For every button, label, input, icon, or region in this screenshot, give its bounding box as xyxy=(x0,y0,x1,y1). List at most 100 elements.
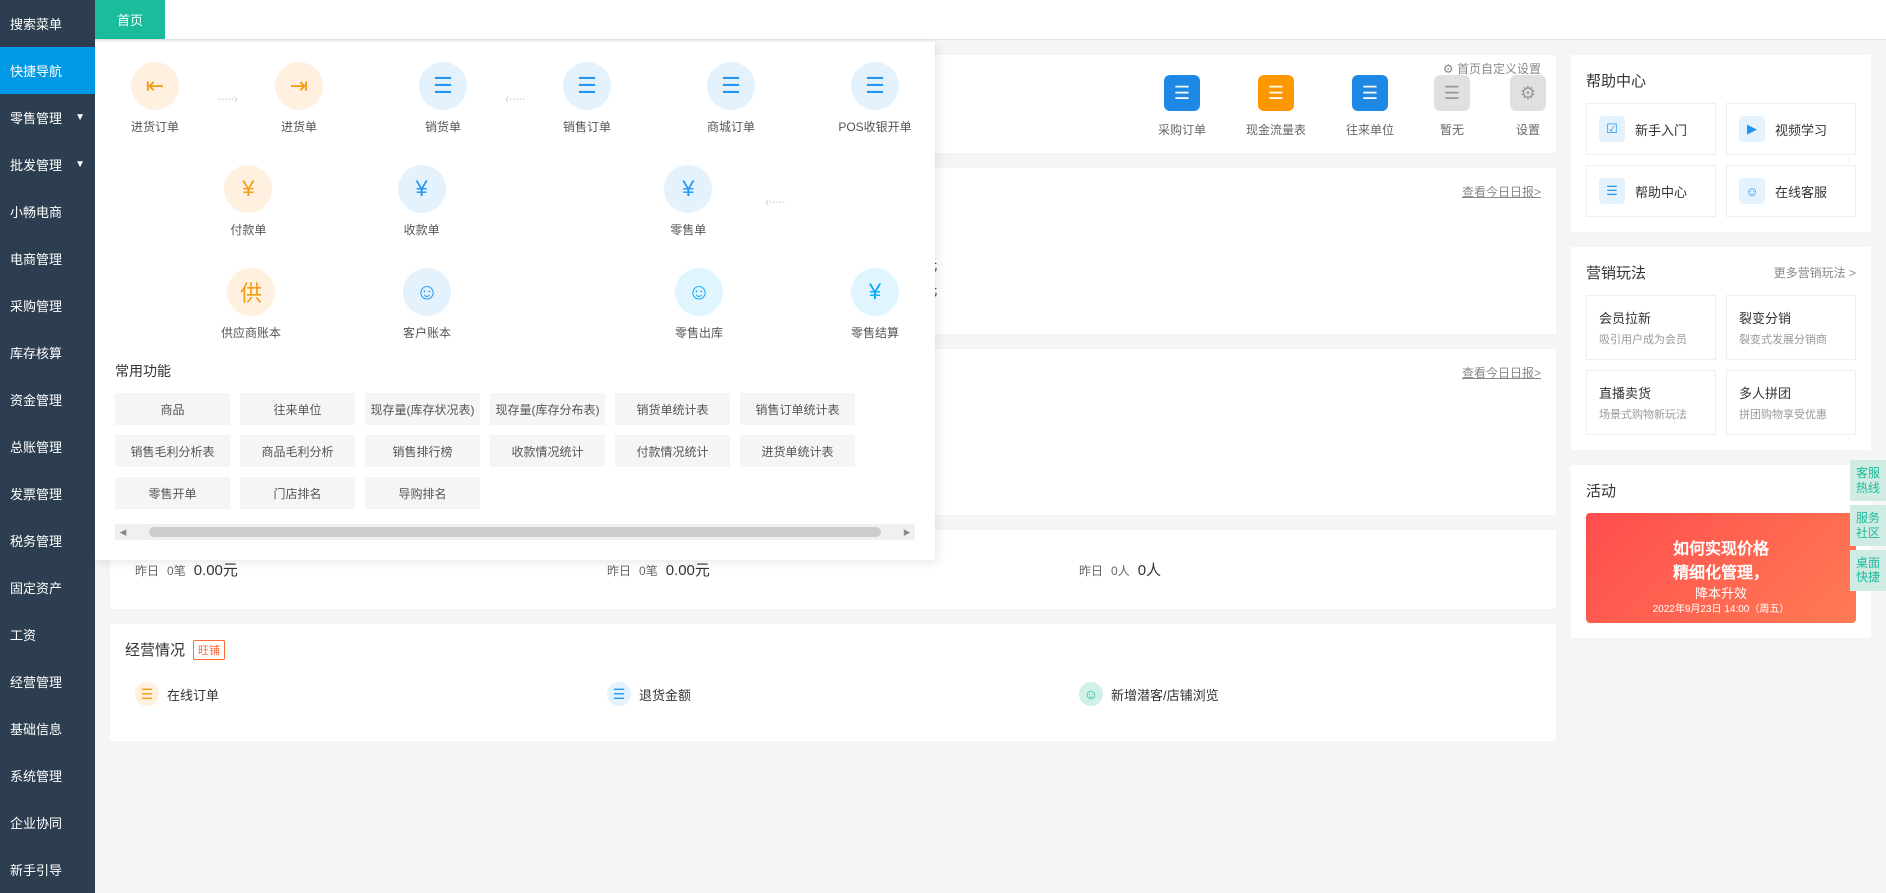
mkt-fission[interactable]: 裂变分销裂变式发展分销商 xyxy=(1726,295,1856,360)
help-beginner[interactable]: ☑新手入门 xyxy=(1586,103,1716,155)
common-grid: 商品 往来单位 现存量(库存状况表) 现存量(库存分布表) 销货单统计表 销售订… xyxy=(115,393,915,509)
sidebar-item-tax[interactable]: 税务管理 xyxy=(0,517,95,564)
daily-report-link[interactable]: 查看今日日报> xyxy=(1462,183,1541,200)
return-icon: ☰ xyxy=(607,682,631,706)
receipt-icon: ¥ xyxy=(398,165,446,213)
help-video[interactable]: ▶视频学习 xyxy=(1726,103,1856,155)
stat-title: 退货金额 xyxy=(639,685,691,704)
common-btn-stock-status[interactable]: 现存量(库存状况表) xyxy=(365,393,480,425)
empty-icon: ☰ xyxy=(1434,75,1470,111)
sidebar: 搜索菜单 快捷导航 零售管理▼ 批发管理▼ 小畅电商 电商管理 采购管理 库存核… xyxy=(0,0,95,893)
customer-ledger-icon: ☺ xyxy=(403,268,451,316)
sidebar-item-retail[interactable]: 零售管理▼ xyxy=(0,94,95,141)
common-btn-sales-stats[interactable]: 销货单统计表 xyxy=(615,393,730,425)
quick-purchase-order[interactable]: ☰采购订单 xyxy=(1158,75,1206,138)
sales-order-icon: ☰ xyxy=(563,62,611,110)
quick-settings[interactable]: ⚙设置 xyxy=(1510,75,1546,138)
help-service[interactable]: ☺在线客服 xyxy=(1726,165,1856,217)
sidebar-item-quicknav[interactable]: 快捷导航 xyxy=(0,47,95,94)
flow-purchase-order[interactable]: ⇤进货订单 xyxy=(115,62,195,135)
mkt-live[interactable]: 直播卖货场景式购物新玩法 xyxy=(1586,370,1716,435)
common-btn-sales-profit[interactable]: 销售毛利分析表 xyxy=(115,435,230,467)
flow-pos[interactable]: ☰POS收银开单 xyxy=(835,62,915,135)
purchase-receipt-icon: ⇥ xyxy=(275,62,323,110)
float-community[interactable]: 服务社区 xyxy=(1850,505,1886,546)
common-btn-guide-rank[interactable]: 导购排名 xyxy=(365,477,480,509)
quick-partners[interactable]: ☰往来单位 xyxy=(1346,75,1394,138)
sidebar-item-inventory[interactable]: 库存核算 xyxy=(0,329,95,376)
scroll-left-icon[interactable]: ◂ xyxy=(115,524,131,540)
activity-title: 活动 xyxy=(1586,480,1616,501)
biz-title: 经营情况 xyxy=(125,639,185,660)
quick-none[interactable]: ☰暂无 xyxy=(1434,75,1470,138)
common-btn-goods-profit[interactable]: 商品毛利分析 xyxy=(240,435,355,467)
sidebar-item-funds[interactable]: 资金管理 xyxy=(0,376,95,423)
help-title: 帮助中心 xyxy=(1586,70,1646,91)
customize-link[interactable]: ⚙ 首页自定义设置 xyxy=(1443,60,1541,77)
check-icon: ☑ xyxy=(1599,116,1625,142)
daily-report-link[interactable]: 查看今日日报> xyxy=(1462,364,1541,381)
common-btn-salesorder-stats[interactable]: 销售订单统计表 xyxy=(740,393,855,425)
sidebar-item-basicinfo[interactable]: 基础信息 xyxy=(0,705,95,752)
doc-icon: ☰ xyxy=(1599,178,1625,204)
sidebar-item-salary[interactable]: 工资 xyxy=(0,611,95,658)
sidebar-item-assets[interactable]: 固定资产 xyxy=(0,564,95,611)
flow-supplier-ledger[interactable]: 供供应商账本 xyxy=(211,268,291,341)
common-btn-sales-rank[interactable]: 销售排行榜 xyxy=(365,435,480,467)
sidebar-item-xiaochang[interactable]: 小畅电商 xyxy=(0,188,95,235)
common-btn-partners[interactable]: 往来单位 xyxy=(240,393,355,425)
scrollbar-thumb[interactable] xyxy=(149,527,881,537)
flow-sales-receipt[interactable]: ☰销货单 xyxy=(403,62,483,135)
common-btn-store-rank[interactable]: 门店排名 xyxy=(240,477,355,509)
sidebar-item-system[interactable]: 系统管理 xyxy=(0,752,95,799)
sales-receipt-icon: ☰ xyxy=(419,62,467,110)
partners-icon: ☰ xyxy=(1352,75,1388,111)
tab-bar: 首页 xyxy=(95,0,1886,40)
flow-customer-ledger[interactable]: ☺客户账本 xyxy=(387,268,467,341)
flow-mall-order[interactable]: ☰商城订单 xyxy=(691,62,771,135)
gear-icon: ⚙ xyxy=(1510,75,1546,111)
common-btn-stock-dist[interactable]: 现存量(库存分布表) xyxy=(490,393,605,425)
flow-receipt[interactable]: ¥收款单 xyxy=(382,165,462,238)
flow-payment[interactable]: ¥付款单 xyxy=(208,165,288,238)
float-desktop[interactable]: 桌面快捷 xyxy=(1850,550,1886,591)
common-btn-payment-stats[interactable]: 付款情况统计 xyxy=(615,435,730,467)
arrow-right-icon: ·····› xyxy=(195,91,259,106)
sidebar-item-guide[interactable]: 新手引导 xyxy=(0,846,95,893)
common-btn-receipt-stats[interactable]: 收款情况统计 xyxy=(490,435,605,467)
sidebar-item-search[interactable]: 搜索菜单 xyxy=(0,0,95,47)
activity-banner[interactable]: 如何实现价格 精细化管理， 降本升效 2022年9月23日 14:00（周五） xyxy=(1586,513,1856,623)
shop-tag: 旺铺 xyxy=(193,640,225,660)
sidebar-item-invoice[interactable]: 发票管理 xyxy=(0,470,95,517)
mall-order-icon: ☰ xyxy=(707,62,755,110)
common-btn-goods[interactable]: 商品 xyxy=(115,393,230,425)
sidebar-item-purchase[interactable]: 采购管理 xyxy=(0,282,95,329)
tab-home[interactable]: 首页 xyxy=(95,0,165,39)
flow-sales-order[interactable]: ☰销售订单 xyxy=(547,62,627,135)
mkt-group[interactable]: 多人拼团拼团购物享受优惠 xyxy=(1726,370,1856,435)
help-center[interactable]: ☰帮助中心 xyxy=(1586,165,1716,217)
mkt-member[interactable]: 会员拉新吸引用户成为会员 xyxy=(1586,295,1716,360)
marketing-more-link[interactable]: 更多营销玩法 > xyxy=(1774,264,1856,281)
horizontal-scrollbar[interactable]: ◂ ▸ xyxy=(115,524,915,540)
sidebar-item-wholesale[interactable]: 批发管理▼ xyxy=(0,141,95,188)
scroll-right-icon[interactable]: ▸ xyxy=(899,524,915,540)
retail-settle-icon: ¥ xyxy=(851,268,899,316)
sidebar-item-enterprise[interactable]: 企业协同 xyxy=(0,799,95,846)
quick-cashflow[interactable]: ☰现金流量表 xyxy=(1246,75,1306,138)
float-hotline[interactable]: 客服热线 xyxy=(1850,460,1886,501)
sidebar-item-operation[interactable]: 经营管理 xyxy=(0,658,95,705)
common-btn-purchase-stats[interactable]: 进货单统计表 xyxy=(740,435,855,467)
retail-out-icon: ☺ xyxy=(675,268,723,316)
flow-retail-settle[interactable]: ¥零售结算 xyxy=(835,268,915,341)
sidebar-item-ecommerce[interactable]: 电商管理 xyxy=(0,235,95,282)
flow-purchase-receipt[interactable]: ⇥进货单 xyxy=(259,62,339,135)
sidebar-item-ledger[interactable]: 总账管理 xyxy=(0,423,95,470)
supplier-ledger-icon: 供 xyxy=(227,268,275,316)
chevron-down-icon: ▼ xyxy=(75,159,85,170)
common-btn-retail-open[interactable]: 零售开单 xyxy=(115,477,230,509)
flow-retail-out[interactable]: ☺零售出库 xyxy=(659,268,739,341)
float-tabs: 客服热线 服务社区 桌面快捷 xyxy=(1850,460,1886,590)
flow-retail[interactable]: ¥零售单 xyxy=(648,165,728,238)
play-icon: ▶ xyxy=(1739,116,1765,142)
